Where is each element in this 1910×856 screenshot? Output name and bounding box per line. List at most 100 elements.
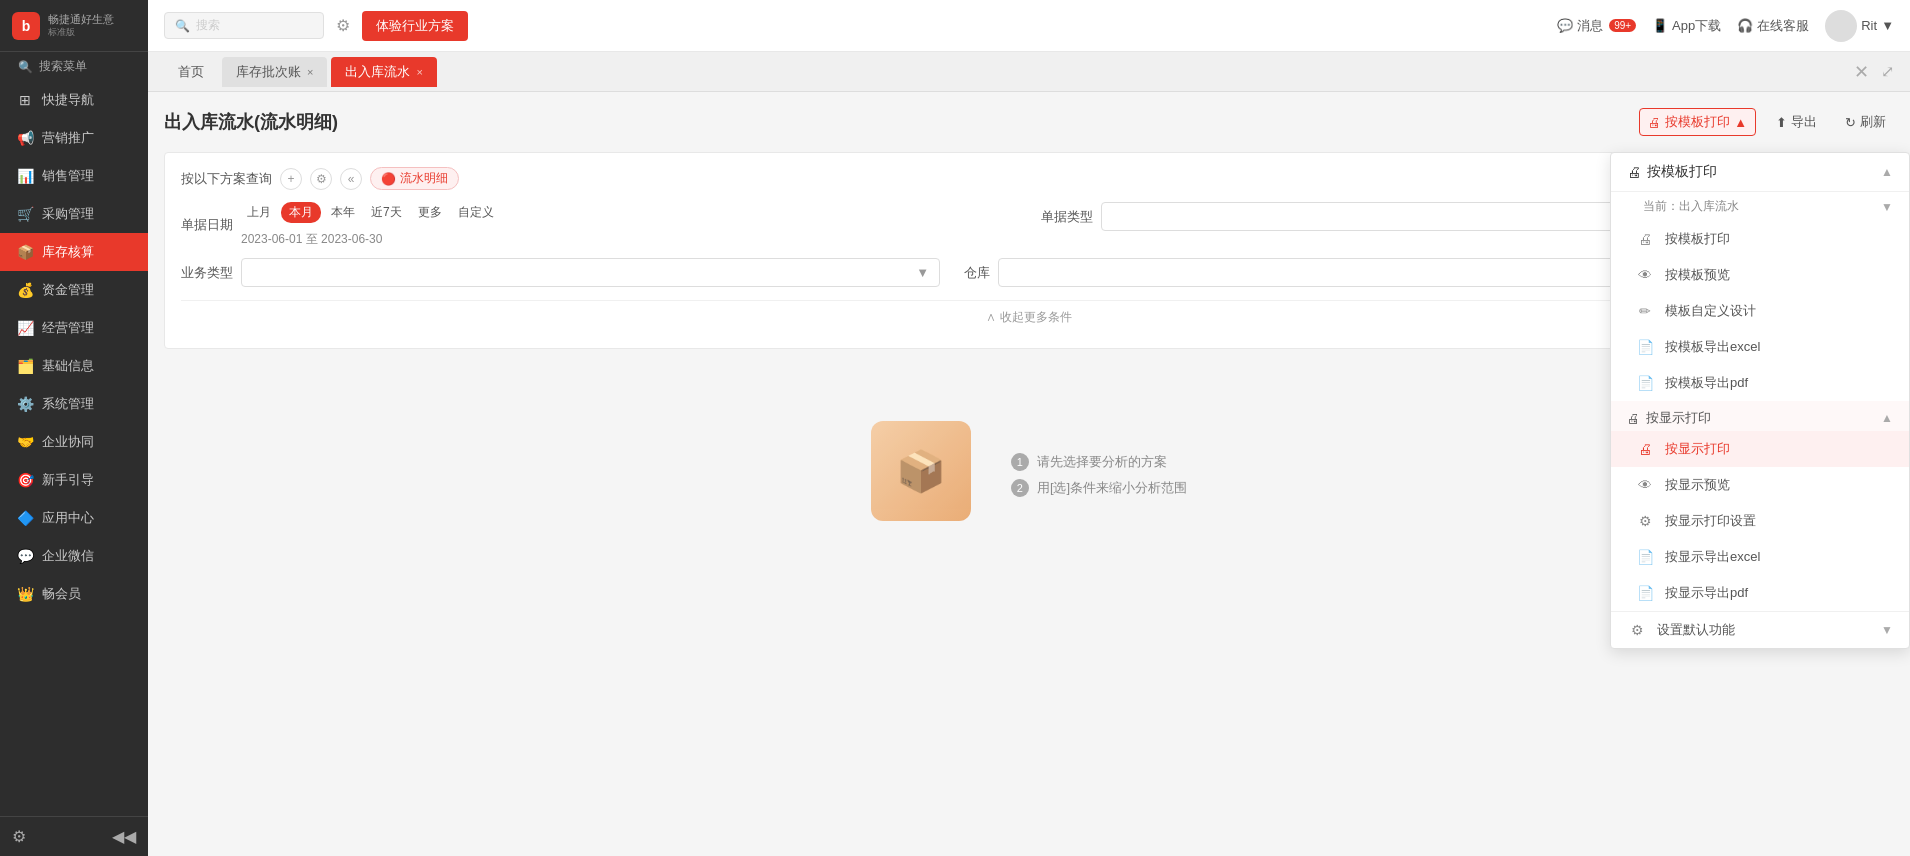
- biztype-select[interactable]: ▼: [241, 258, 940, 287]
- online-service-item[interactable]: 🎧 在线客服: [1737, 17, 1809, 35]
- close-all-icon[interactable]: ✕: [1854, 61, 1869, 83]
- sidebar-item-purchase[interactable]: 🛒 采购管理: [0, 195, 148, 233]
- dropdown-section-display: 🖨 按显示打印 ▲: [1611, 401, 1909, 431]
- dropdown-item-display-pdf[interactable]: 📄 按显示导出pdf: [1611, 575, 1909, 611]
- design-icon: ✏: [1635, 301, 1655, 321]
- tab-home[interactable]: 首页: [164, 57, 218, 87]
- sidebar-item-finance[interactable]: 💰 资金管理: [0, 271, 148, 309]
- filter-settings-btn[interactable]: ⚙: [310, 168, 332, 190]
- tag-icon: 🔴: [381, 172, 396, 186]
- sidebar-search[interactable]: 🔍 搜索菜单: [0, 52, 148, 81]
- topbar-right: 💬 消息 99+ 📱 App下载 🎧 在线客服 Rit ▼: [1557, 10, 1894, 42]
- dropdown-item-template-preview[interactable]: 👁 按模板预览: [1611, 257, 1909, 293]
- page-content: 出入库流水(流水明细) 🖨 按模板打印 ▲ ⬆ 导出 ↻ 刷新: [148, 92, 1910, 856]
- expand-tab-icon[interactable]: ⤢: [1881, 62, 1894, 81]
- tag-label: 流水明细: [400, 170, 448, 187]
- sidebar-item-system[interactable]: ⚙️ 系统管理: [0, 385, 148, 423]
- dropdown-item-display-print-settings[interactable]: ⚙ 按显示打印设置: [1611, 503, 1909, 539]
- tab-inventory-batch[interactable]: 库存批次账 ×: [222, 57, 327, 87]
- filter-add-btn[interactable]: +: [280, 168, 302, 190]
- warehouse-label: 仓库: [964, 264, 990, 282]
- date-btn-this-year[interactable]: 本年: [325, 202, 361, 223]
- collapse-up-icon: ∧: [986, 310, 996, 324]
- page-title: 出入库流水(流水明细): [164, 110, 338, 134]
- close-inventory-batch-icon[interactable]: ×: [307, 66, 313, 78]
- refresh-btn[interactable]: ↻ 刷新: [1837, 109, 1894, 135]
- page-header: 出入库流水(流水明细) 🖨 按模板打印 ▲ ⬆ 导出 ↻ 刷新: [164, 108, 1894, 136]
- dropdown-item-template-pdf[interactable]: 📄 按模板导出pdf: [1611, 365, 1909, 401]
- sidebar-item-label: 企业微信: [42, 547, 94, 565]
- sidebar-item-apps[interactable]: 🔷 应用中心: [0, 499, 148, 537]
- basic-icon: 🗂️: [16, 358, 34, 374]
- quick-nav-icon: ⊞: [16, 92, 34, 108]
- export-btn[interactable]: ⬆ 导出: [1768, 109, 1825, 135]
- sidebar-item-quick-nav[interactable]: ⊞ 快捷导航: [0, 81, 148, 119]
- footer-settings-icon: ⚙: [1627, 620, 1647, 640]
- dropdown-item-template-print[interactable]: 🖨 按模板打印: [1611, 221, 1909, 257]
- date-btn-custom[interactable]: 自定义: [452, 202, 500, 223]
- close-inventory-flow-icon[interactable]: ×: [416, 66, 422, 78]
- template-print-btn[interactable]: 🖨 按模板打印 ▲: [1639, 108, 1756, 136]
- dropdown-footer[interactable]: ⚙ 设置默认功能 ▼: [1611, 611, 1909, 648]
- footer-label: 设置默认功能: [1657, 621, 1735, 639]
- dropdown-item-template-excel[interactable]: 📄 按模板导出excel: [1611, 329, 1909, 365]
- date-btn-7days[interactable]: 近7天: [365, 202, 408, 223]
- logo-badge: 标准版: [48, 26, 114, 39]
- industry-btn[interactable]: 体验行业方案: [362, 11, 468, 41]
- dropdown-current-chevron[interactable]: ▼: [1881, 200, 1893, 214]
- sidebar-item-marketing[interactable]: 📢 营销推广: [0, 119, 148, 157]
- dropdown-title: 按模板打印: [1647, 163, 1717, 181]
- dropdown-title-chevron[interactable]: ▲: [1881, 165, 1893, 179]
- filter-collapse-btn[interactable]: «: [340, 168, 362, 190]
- logo-name: 畅捷通好生意: [48, 12, 114, 26]
- settings-bottom-icon[interactable]: ⚙: [12, 827, 26, 846]
- display-settings-icon: ⚙: [1635, 511, 1655, 531]
- date-btn-this-month[interactable]: 本月: [281, 202, 321, 223]
- filter-date-item: 单据日期 上月 本月 本年 近7天 更多 自定义 2023-06-01 至 20…: [181, 202, 1017, 248]
- sidebar-item-label: 新手引导: [42, 471, 94, 489]
- sidebar-item-member[interactable]: 👑 畅会员: [0, 575, 148, 613]
- inventory-icon: 📦: [16, 244, 34, 260]
- sidebar-item-label: 销售管理: [42, 167, 94, 185]
- dropdown-header: 🖨 按模板打印 ▲: [1611, 153, 1909, 192]
- search-placeholder: 搜索: [196, 17, 220, 34]
- user-avatar-item[interactable]: Rit ▼: [1825, 10, 1894, 42]
- sidebar-item-guide[interactable]: 🎯 新手引导: [0, 461, 148, 499]
- topbar-search[interactable]: 🔍 搜索: [164, 12, 324, 39]
- dropdown-item-display-print[interactable]: 🖨 按显示打印: [1611, 431, 1909, 467]
- template-print-chevron: ▲: [1734, 115, 1747, 130]
- display-print-label: 按显示打印: [1665, 440, 1730, 458]
- sidebar-item-basic[interactable]: 🗂️ 基础信息: [0, 347, 148, 385]
- dropdown-item-display-excel[interactable]: 📄 按显示导出excel: [1611, 539, 1909, 575]
- sidebar-item-wechat[interactable]: 💬 企业微信: [0, 537, 148, 575]
- app-download-item[interactable]: 📱 App下载: [1652, 17, 1721, 35]
- dropdown-item-display-preview[interactable]: 👁 按显示预览: [1611, 467, 1909, 503]
- sidebar-item-collab[interactable]: 🤝 企业协同: [0, 423, 148, 461]
- date-btn-more[interactable]: 更多: [412, 202, 448, 223]
- home-tab-label: 首页: [178, 63, 204, 81]
- sidebar-item-operation[interactable]: 📈 经营管理: [0, 309, 148, 347]
- topbar-gear-icon[interactable]: ⚙: [336, 16, 350, 35]
- hint-text-1: 请先选择要分析的方案: [1037, 453, 1167, 471]
- printer-icon-display: 🖨: [1627, 411, 1640, 426]
- messages-badge: 99+: [1609, 19, 1636, 32]
- date-controls: 上月 本月 本年 近7天 更多 自定义 2023-06-01 至 2023-06…: [241, 202, 500, 248]
- display-section-label: 按显示打印: [1646, 409, 1711, 427]
- display-excel-label: 按显示导出excel: [1665, 548, 1760, 566]
- sidebar-item-inventory[interactable]: 📦 库存核算: [0, 233, 148, 271]
- display-preview-icon: 👁: [1635, 475, 1655, 495]
- display-section-chevron[interactable]: ▲: [1881, 411, 1893, 425]
- date-btn-last-month[interactable]: 上月: [241, 202, 277, 223]
- dropdown-item-template-design[interactable]: ✏ 模板自定义设计: [1611, 293, 1909, 329]
- sidebar-item-label: 系统管理: [42, 395, 94, 413]
- filter-tag[interactable]: 🔴 流水明细: [370, 167, 459, 190]
- messages-item[interactable]: 💬 消息 99+: [1557, 17, 1636, 35]
- sidebar-item-sales[interactable]: 📊 销售管理: [0, 157, 148, 195]
- tab-inventory-flow[interactable]: 出入库流水 ×: [331, 57, 436, 87]
- display-excel-icon: 📄: [1635, 547, 1655, 567]
- finance-icon: 💰: [16, 282, 34, 298]
- logo-text-block: 畅捷通好生意 标准版: [48, 12, 114, 39]
- collapse-sidebar-icon[interactable]: ◀◀: [112, 827, 136, 846]
- doctype-label: 单据类型: [1041, 208, 1093, 226]
- refresh-label: 刷新: [1860, 113, 1886, 131]
